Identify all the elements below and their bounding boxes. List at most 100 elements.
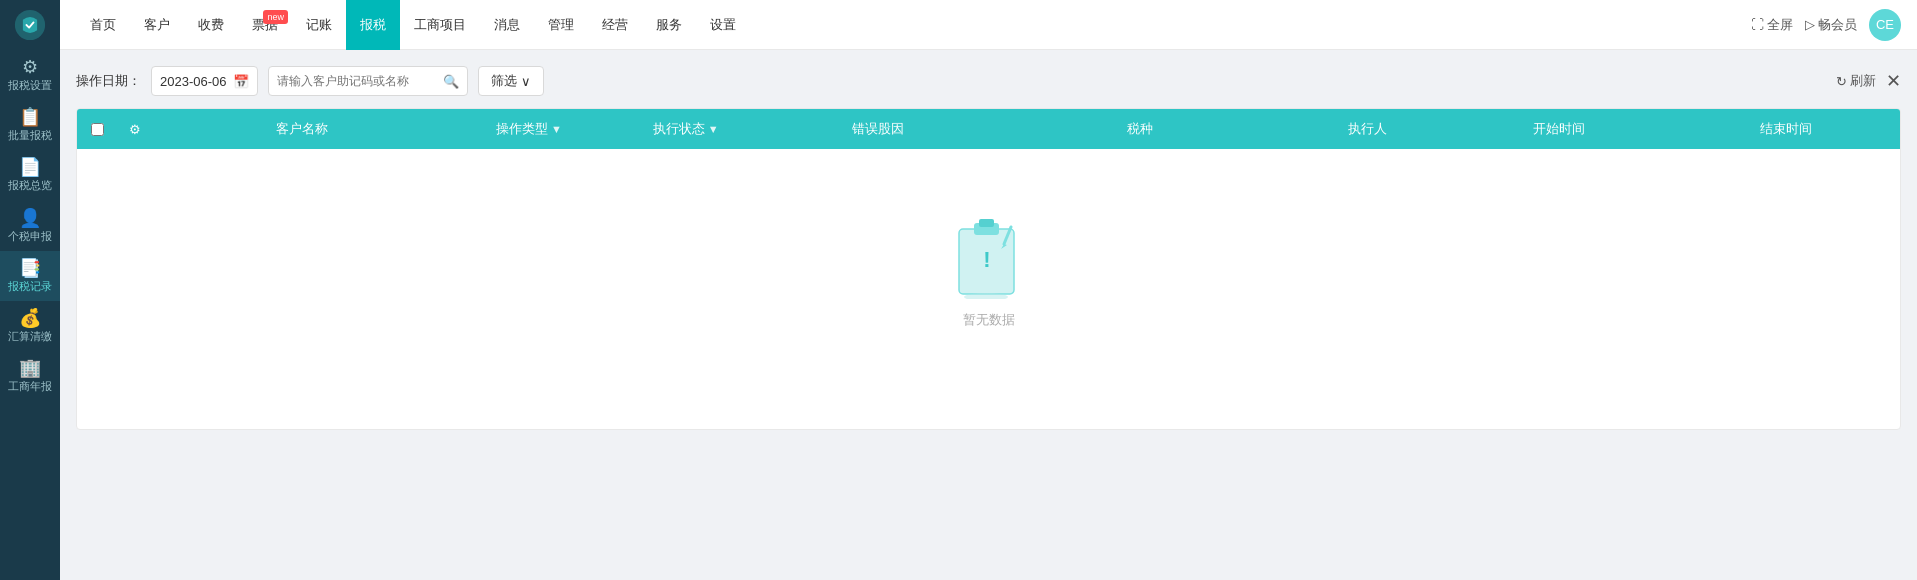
nav-item-customer[interactable]: 客户 xyxy=(130,0,184,50)
nav-label-management: 管理 xyxy=(548,16,574,34)
nav-item-message[interactable]: 消息 xyxy=(480,0,534,50)
data-table: ⚙ 客户名称 操作类型 ▼ 执行状态 ▼ 错误股因 xyxy=(76,108,1901,430)
close-button[interactable]: ✕ xyxy=(1886,72,1901,90)
filter-optype-icon[interactable]: ▼ xyxy=(551,123,562,135)
sidebar-personal-tax-label: 个税申报 xyxy=(8,230,52,243)
th-error-reason-label: 错误股因 xyxy=(852,120,904,138)
avatar[interactable]: CE xyxy=(1869,9,1901,41)
fullscreen-label: 全屏 xyxy=(1767,16,1793,34)
fullscreen-button[interactable]: ⛶ 全屏 xyxy=(1751,16,1793,34)
sidebar-item-personal-tax[interactable]: 👤 个税申报 xyxy=(0,201,60,251)
nav-item-settings[interactable]: 设置 xyxy=(696,0,750,50)
search-input[interactable] xyxy=(277,74,443,88)
empty-text: 暂无数据 xyxy=(963,311,1015,329)
content-area: 操作日期： 2023-06-06 📅 🔍 筛选 ∨ ↻ 刷新 xyxy=(60,50,1917,580)
th-executor: 执行人 xyxy=(1289,109,1446,149)
filter-status-icon[interactable]: ▼ xyxy=(708,123,719,135)
date-label: 操作日期： xyxy=(76,72,141,90)
sidebar-item-annual-report[interactable]: 🏢 工商年报 xyxy=(0,351,60,401)
th-start-time-label: 开始时间 xyxy=(1533,120,1585,138)
chevron-down-icon: ∨ xyxy=(521,74,531,89)
sidebar-item-tax-record[interactable]: 📑 报税记录 xyxy=(0,251,60,301)
nav-item-billing[interactable]: 收费 xyxy=(184,0,238,50)
empty-state: ! 暂无数据 xyxy=(77,149,1900,389)
sidebar-item-settlement[interactable]: 💰 汇算清缴 xyxy=(0,301,60,351)
th-start-time: 开始时间 xyxy=(1446,109,1673,149)
th-customer-name-label: 客户名称 xyxy=(276,120,328,138)
nav-item-bookkeeping[interactable]: 记账 xyxy=(292,0,346,50)
select-all-checkbox[interactable] xyxy=(91,123,104,136)
nav-label-billing: 收费 xyxy=(198,16,224,34)
sidebar-batch-tax-icon: 📋 xyxy=(19,108,41,126)
sidebar-batch-tax-label: 批量报税 xyxy=(8,129,52,142)
nav-label-bookkeeping: 记账 xyxy=(306,16,332,34)
table-body: ! 暂无数据 xyxy=(77,149,1900,429)
toolbar: 操作日期： 2023-06-06 📅 🔍 筛选 ∨ ↻ 刷新 xyxy=(76,66,1901,96)
th-end-time-label: 结束时间 xyxy=(1760,120,1812,138)
refresh-label: 刷新 xyxy=(1850,72,1876,90)
th-checkbox xyxy=(77,109,117,149)
sidebar-tax-settings-label: 报税设置 xyxy=(8,79,52,92)
settings-icon[interactable]: ⚙ xyxy=(129,122,141,137)
sidebar-item-tax-settings[interactable]: ⚙ 报税设置 xyxy=(0,50,60,100)
search-box[interactable]: 🔍 xyxy=(268,66,468,96)
toolbar-right: ↻ 刷新 ✕ xyxy=(1836,72,1901,90)
topnav-right: ⛶ 全屏 ▷ 畅会员 CE xyxy=(1751,9,1901,41)
date-picker[interactable]: 2023-06-06 📅 xyxy=(151,66,258,96)
page-content: 操作日期： 2023-06-06 📅 🔍 筛选 ∨ ↻ 刷新 xyxy=(60,50,1917,580)
member-label: 畅会员 xyxy=(1818,16,1857,34)
nav-item-home[interactable]: 首页 xyxy=(76,0,130,50)
th-tax-type: 税种 xyxy=(991,109,1289,149)
sidebar-settlement-label: 汇算清缴 xyxy=(8,330,52,343)
avatar-text: CE xyxy=(1876,17,1894,32)
nav-item-commerce[interactable]: 工商项目 xyxy=(400,0,480,50)
date-value: 2023-06-06 xyxy=(160,74,227,89)
search-icon: 🔍 xyxy=(443,74,459,89)
nav-label-message: 消息 xyxy=(494,16,520,34)
th-executor-label: 执行人 xyxy=(1348,120,1387,138)
calendar-icon: 📅 xyxy=(233,74,249,89)
th-gear: ⚙ xyxy=(117,109,153,149)
sidebar-settlement-icon: 💰 xyxy=(19,309,41,327)
sidebar-tax-record-icon: 📑 xyxy=(19,259,41,277)
sidebar-tax-settings-icon: ⚙ xyxy=(22,58,38,76)
sidebar-item-tax-overview[interactable]: 📄 报税总览 xyxy=(0,150,60,200)
sidebar-item-batch-tax[interactable]: 📋 批量报税 xyxy=(0,100,60,150)
filter-button[interactable]: 筛选 ∨ xyxy=(478,66,544,96)
nav-items: 首页 客户 收费票据new 记账 报税工商项目消息 管理 经营 服务 设置 xyxy=(76,0,1751,50)
fullscreen-icon: ⛶ xyxy=(1751,17,1764,32)
video-icon: ▷ xyxy=(1805,17,1815,32)
sidebar-annual-report-label: 工商年报 xyxy=(8,380,52,393)
nav-label-tax: 报税 xyxy=(360,16,386,34)
th-error-reason: 错误股因 xyxy=(764,109,991,149)
main-area: 首页 客户 收费票据new 记账 报税工商项目消息 管理 经营 服务 设置 ⛶ 全屏 ▷ 畅会员… xyxy=(60,0,1917,580)
sidebar-personal-tax-icon: 👤 xyxy=(19,209,41,227)
nav-item-tax[interactable]: 报税 xyxy=(346,0,400,50)
top-navigation: 首页 客户 收费票据new 记账 报税工商项目消息 管理 经营 服务 设置 ⛶ 全屏 ▷ 畅会员… xyxy=(60,0,1917,50)
svg-text:!: ! xyxy=(983,247,990,272)
th-exec-status-label: 执行状态 xyxy=(653,120,705,138)
th-tax-type-label: 税种 xyxy=(1127,120,1153,138)
member-button[interactable]: ▷ 畅会员 xyxy=(1805,16,1857,34)
nav-item-management[interactable]: 管理 xyxy=(534,0,588,50)
nav-item-service[interactable]: 服务 xyxy=(642,0,696,50)
nav-label-service: 服务 xyxy=(656,16,682,34)
sidebar-tax-overview-icon: 📄 xyxy=(19,158,41,176)
nav-label-finance: 经营 xyxy=(602,16,628,34)
nav-label-home: 首页 xyxy=(90,16,116,34)
sidebar-annual-report-icon: 🏢 xyxy=(19,359,41,377)
th-op-type: 操作类型 ▼ xyxy=(451,109,608,149)
sidebar-tax-overview-label: 报税总览 xyxy=(8,179,52,192)
filter-label: 筛选 xyxy=(491,72,517,90)
sidebar-logo xyxy=(0,0,60,50)
nav-item-finance[interactable]: 经营 xyxy=(588,0,642,50)
nav-label-customer: 客户 xyxy=(144,16,170,34)
refresh-icon: ↻ xyxy=(1836,74,1847,89)
sidebar-tax-record-label: 报税记录 xyxy=(8,280,52,293)
nav-item-invoice[interactable]: 票据new xyxy=(238,0,292,50)
th-customer-name: 客户名称 xyxy=(153,109,451,149)
refresh-button[interactable]: ↻ 刷新 xyxy=(1836,72,1876,90)
nav-label-settings: 设置 xyxy=(710,16,736,34)
th-end-time: 结束时间 xyxy=(1673,109,1900,149)
table-header: ⚙ 客户名称 操作类型 ▼ 执行状态 ▼ 错误股因 xyxy=(77,109,1900,149)
